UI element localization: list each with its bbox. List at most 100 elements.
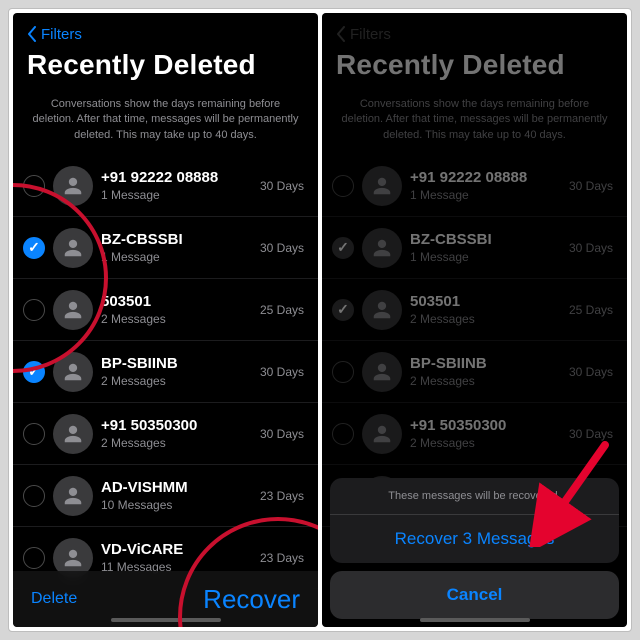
row-text: BZ-CBSSBI 1 Message bbox=[101, 231, 252, 264]
row-days-remaining: 23 Days bbox=[260, 489, 304, 503]
avatar bbox=[53, 166, 93, 206]
screenshot-right: Filters Recently Deleted Conversations s… bbox=[322, 13, 627, 627]
row-subtitle: 2 Messages bbox=[101, 436, 252, 450]
row-days-remaining: 30 Days bbox=[260, 365, 304, 379]
delete-button[interactable]: Delete bbox=[31, 590, 77, 608]
row-days-remaining: 30 Days bbox=[260, 241, 304, 255]
row-subtitle: 2 Messages bbox=[410, 312, 561, 326]
list-item[interactable]: ✓ BZ-CBSSBI 1 Message 30 Days bbox=[322, 217, 627, 279]
chevron-left-icon bbox=[336, 26, 346, 42]
action-sheet: These messages will be recovered. Recove… bbox=[330, 478, 619, 619]
selection-checkbox[interactable] bbox=[332, 361, 354, 383]
row-days-remaining: 30 Days bbox=[260, 179, 304, 193]
row-text: BP-SBIINB2 Messages bbox=[101, 355, 252, 388]
row-text: +91 92222 08888 1 Message bbox=[410, 169, 561, 202]
list-item[interactable]: ✓ BZ-CBSSBI 1 Message 30 Days bbox=[13, 217, 318, 279]
row-title: BZ-CBSSBI bbox=[410, 231, 561, 248]
row-subtitle: 1 Message bbox=[101, 250, 252, 264]
row-days-remaining: 30 Days bbox=[569, 427, 613, 441]
row-subtitle: 1 Message bbox=[410, 250, 561, 264]
screenshot-left: Filters Recently Deleted Conversations s… bbox=[13, 13, 318, 627]
list-item[interactable]: +91 92222 08888 1 Message 30 Days bbox=[13, 155, 318, 217]
checkmark-icon: ✓ bbox=[337, 239, 349, 256]
row-text: +91 50350300 2 Messages bbox=[410, 417, 561, 450]
list-item[interactable]: +91 92222 08888 1 Message 30 Days bbox=[322, 155, 627, 217]
selection-checkbox[interactable] bbox=[23, 547, 45, 569]
row-title: BZ-CBSSBI bbox=[101, 231, 252, 248]
avatar bbox=[362, 166, 402, 206]
row-title: +91 50350300 bbox=[410, 417, 561, 434]
back-label: Filters bbox=[41, 26, 82, 43]
row-text: 503501 2 Messages bbox=[410, 293, 561, 326]
avatar bbox=[362, 352, 402, 392]
list-item[interactable]: AD-VISHMM10 Messages 23 Days bbox=[13, 465, 318, 527]
sheet-cancel-button[interactable]: Cancel bbox=[330, 571, 619, 619]
avatar bbox=[362, 414, 402, 454]
row-days-remaining: 30 Days bbox=[569, 179, 613, 193]
list-item[interactable]: +91 50350300 2 Messages 30 Days bbox=[322, 403, 627, 465]
selection-checkbox[interactable] bbox=[332, 175, 354, 197]
info-subtitle: Conversations show the days remaining be… bbox=[322, 87, 627, 155]
list-item[interactable]: ✓ BP-SBIINB2 Messages 30 Days bbox=[13, 341, 318, 403]
list-item[interactable]: BP-SBIINB 2 Messages 30 Days bbox=[322, 341, 627, 403]
row-subtitle: 1 Message bbox=[410, 188, 561, 202]
avatar bbox=[362, 228, 402, 268]
row-subtitle: 1 Message bbox=[101, 188, 252, 202]
selection-checkbox[interactable]: ✓ bbox=[332, 299, 354, 321]
back-label: Filters bbox=[350, 26, 391, 43]
selection-checkbox[interactable] bbox=[23, 175, 45, 197]
row-text: VD-ViCARE11 Messages bbox=[101, 541, 252, 574]
page-title: Recently Deleted bbox=[27, 49, 304, 81]
row-title: VD-ViCARE bbox=[101, 541, 252, 558]
selection-checkbox[interactable]: ✓ bbox=[23, 237, 45, 259]
back-button[interactable]: Filters bbox=[27, 23, 304, 45]
row-subtitle: 2 Messages bbox=[410, 436, 561, 450]
row-subtitle: 2 Messages bbox=[410, 374, 561, 388]
avatar bbox=[362, 290, 402, 330]
avatar bbox=[53, 414, 93, 454]
conversation-list: +91 92222 08888 1 Message 30 Days ✓ BZ-CBSSB… bbox=[13, 155, 318, 589]
row-title: +91 92222 08888 bbox=[101, 169, 252, 186]
selection-checkbox[interactable]: ✓ bbox=[332, 237, 354, 259]
home-indicator[interactable] bbox=[111, 618, 221, 622]
selection-checkbox[interactable]: ✓ bbox=[23, 361, 45, 383]
selection-checkbox[interactable] bbox=[23, 485, 45, 507]
row-title: 503501 bbox=[101, 293, 252, 310]
row-days-remaining: 30 Days bbox=[569, 365, 613, 379]
nav-header: Filters Recently Deleted bbox=[13, 13, 318, 87]
checkmark-icon: ✓ bbox=[337, 301, 349, 318]
row-days-remaining: 30 Days bbox=[569, 241, 613, 255]
row-title: +91 50350300 bbox=[101, 417, 252, 434]
conversation-list: +91 92222 08888 1 Message 30 Days ✓ BZ-CBSSB… bbox=[322, 155, 627, 527]
selection-checkbox[interactable] bbox=[23, 423, 45, 445]
row-text: BZ-CBSSBI 1 Message bbox=[410, 231, 561, 264]
list-item[interactable]: +91 50350300 2 Messages 30 Days bbox=[13, 403, 318, 465]
avatar bbox=[53, 290, 93, 330]
page-title: Recently Deleted bbox=[336, 49, 613, 81]
row-title: 503501 bbox=[410, 293, 561, 310]
checkmark-icon: ✓ bbox=[28, 239, 40, 256]
row-subtitle: 2 Messages bbox=[101, 374, 252, 388]
sheet-recover-button[interactable]: Recover 3 Messages bbox=[330, 515, 619, 563]
info-subtitle: Conversations show the days remaining be… bbox=[13, 87, 318, 155]
row-days-remaining: 23 Days bbox=[260, 551, 304, 565]
recover-button[interactable]: Recover bbox=[203, 584, 300, 615]
row-title: AD-VISHMM bbox=[101, 479, 252, 496]
row-title: +91 92222 08888 bbox=[410, 169, 561, 186]
row-days-remaining: 25 Days bbox=[260, 303, 304, 317]
avatar bbox=[53, 476, 93, 516]
row-title: BP-SBIINB bbox=[410, 355, 561, 372]
row-days-remaining: 30 Days bbox=[260, 427, 304, 441]
row-text: BP-SBIINB 2 Messages bbox=[410, 355, 561, 388]
sheet-message: These messages will be recovered. bbox=[330, 478, 619, 515]
chevron-left-icon bbox=[27, 26, 37, 42]
row-text: AD-VISHMM10 Messages bbox=[101, 479, 252, 512]
home-indicator[interactable] bbox=[420, 618, 530, 622]
avatar bbox=[53, 228, 93, 268]
row-text: +91 92222 08888 1 Message bbox=[101, 169, 252, 202]
selection-checkbox[interactable] bbox=[332, 423, 354, 445]
list-item[interactable]: ✓5035012 Messages25 Days bbox=[322, 279, 627, 341]
nav-header: Filters Recently Deleted bbox=[322, 13, 627, 87]
list-item[interactable]: 5035012 Messages25 Days bbox=[13, 279, 318, 341]
selection-checkbox[interactable] bbox=[23, 299, 45, 321]
